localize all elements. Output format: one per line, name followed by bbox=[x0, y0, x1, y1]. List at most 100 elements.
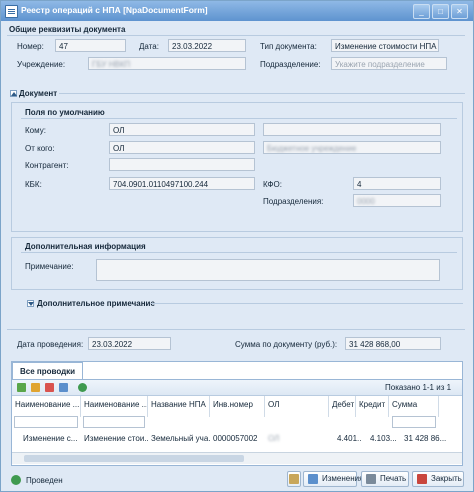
number-label: Номер: bbox=[17, 42, 44, 51]
col-header-ol[interactable]: ОЛ bbox=[265, 396, 329, 417]
defaults-title: Поля по умолчанию bbox=[25, 108, 105, 117]
posting-date-field[interactable]: 23.03.2022 bbox=[88, 337, 171, 350]
close-icon bbox=[417, 474, 427, 484]
add-icon[interactable] bbox=[17, 383, 26, 392]
print-label: Печать bbox=[380, 474, 407, 483]
general-section-title: Общие реквизиты документа bbox=[9, 25, 126, 34]
to-extra-field[interactable] bbox=[263, 123, 441, 136]
from-extra-field[interactable]: Бюджетное учреждение bbox=[263, 141, 441, 154]
extra-note-expand-toggle[interactable] bbox=[27, 300, 34, 307]
additional-section-title: Дополнительная информация bbox=[25, 242, 146, 251]
col-header-credit[interactable]: Кредит bbox=[356, 396, 389, 417]
from-extra-value: Бюджетное учреждение bbox=[267, 144, 357, 153]
number-field[interactable]: 47 bbox=[55, 39, 126, 52]
divisions-value: 0000 bbox=[357, 197, 375, 206]
filter-name-1[interactable] bbox=[14, 416, 78, 428]
expand-down-icon bbox=[28, 302, 34, 306]
maximize-button[interactable]: □ bbox=[432, 4, 449, 19]
changes-label: Изменения bbox=[322, 474, 364, 483]
contractor-label: Контрагент: bbox=[25, 161, 69, 170]
close-label: Закрыть bbox=[431, 474, 462, 483]
doctype-field[interactable]: Изменение стоимости НПА bbox=[331, 39, 439, 52]
printer-icon bbox=[366, 474, 376, 484]
divisions-field[interactable]: 0000 bbox=[353, 194, 441, 207]
note-label: Примечание: bbox=[25, 262, 74, 271]
window-title: Реестр операций с НПА [NpaDocumentForm] bbox=[21, 5, 208, 15]
minimize-button[interactable]: _ bbox=[413, 4, 430, 19]
table-cell[interactable]: Изменение с... bbox=[20, 432, 81, 446]
shown-count: Показано 1-1 из 1 bbox=[385, 383, 452, 392]
table-cell[interactable]: Земельный уча... bbox=[148, 432, 210, 446]
refresh-icon[interactable] bbox=[78, 383, 87, 392]
table-cell[interactable]: 0000057002 bbox=[210, 432, 265, 446]
kbk-label: КБК: bbox=[25, 180, 42, 189]
attachment-button[interactable] bbox=[287, 471, 301, 487]
history-icon bbox=[308, 474, 318, 484]
document-section-title: Документ bbox=[19, 89, 58, 98]
tab-all-postings[interactable]: Все проводки bbox=[12, 362, 84, 380]
institution-value: ГБУ НВКП bbox=[92, 60, 131, 69]
table-cell[interactable]: ОЛ bbox=[265, 432, 329, 446]
table-cell[interactable]: Изменение стои... bbox=[81, 432, 148, 446]
from-label: От кого: bbox=[25, 144, 55, 153]
filter-name-2[interactable] bbox=[83, 416, 145, 428]
division-label: Подразделение: bbox=[260, 60, 321, 69]
kbk-field[interactable]: 704.0901.0110497100.244 bbox=[109, 177, 255, 190]
contractor-field[interactable] bbox=[109, 158, 255, 171]
defaults-divider bbox=[21, 118, 457, 119]
print-button[interactable]: Печать bbox=[361, 471, 409, 487]
postings-grid: Все проводки Показано 1-1 из 1 Наименова… bbox=[11, 361, 463, 466]
extra-note-divider bbox=[151, 303, 463, 304]
window-icon bbox=[5, 5, 18, 18]
extra-note-title: Дополнительное примечание bbox=[37, 299, 155, 308]
title-bar[interactable]: Реестр операций с НПА [NpaDocumentForm] … bbox=[1, 1, 473, 21]
table-cell[interactable]: 4.103.... bbox=[367, 432, 397, 446]
institution-field[interactable]: ГБУ НВКП bbox=[88, 57, 246, 70]
division-placeholder: Укажите подразделение bbox=[335, 60, 425, 69]
table-cell[interactable]: 31 428 86... bbox=[401, 432, 451, 446]
col-header-name-2[interactable]: Наименование ... bbox=[81, 396, 148, 417]
col-header-debit[interactable]: Дебет bbox=[329, 396, 356, 417]
edit-icon[interactable] bbox=[31, 383, 40, 392]
status-label: Проведен bbox=[26, 476, 63, 485]
kfo-field[interactable]: 4 bbox=[353, 177, 441, 190]
collapse-up-icon bbox=[11, 92, 17, 96]
col-header-name-1[interactable]: Наименование ... bbox=[12, 396, 81, 417]
copy-icon[interactable] bbox=[59, 383, 68, 392]
footer-bar: Проведен Изменения Печать Закрыть bbox=[1, 467, 473, 491]
division-field[interactable]: Укажите подразделение bbox=[331, 57, 447, 70]
sum-field[interactable]: 31 428 868,00 bbox=[345, 337, 441, 350]
note-textarea[interactable] bbox=[96, 259, 440, 281]
npa-document-window: Реестр операций с НПА [NpaDocumentForm] … bbox=[0, 0, 474, 492]
sum-label: Сумма по документу (руб.): bbox=[235, 340, 338, 349]
to-label: Кому: bbox=[25, 126, 46, 135]
close-button[interactable]: Закрыть bbox=[412, 471, 464, 487]
document-divider bbox=[59, 93, 465, 94]
additional-divider bbox=[21, 252, 457, 253]
ol-cell-value: ОЛ bbox=[268, 434, 280, 443]
changes-button[interactable]: Изменения bbox=[303, 471, 363, 487]
horizontal-scrollbar[interactable] bbox=[12, 452, 462, 464]
close-window-button[interactable]: ✕ bbox=[451, 4, 468, 19]
table-cell[interactable]: 4.401.... bbox=[334, 432, 361, 446]
from-field[interactable]: ОЛ bbox=[109, 141, 255, 154]
institution-label: Учреждение: bbox=[17, 60, 66, 69]
posted-check-icon bbox=[11, 475, 21, 485]
delete-icon[interactable] bbox=[45, 383, 54, 392]
grid-toolbar: Показано 1-1 из 1 bbox=[12, 379, 462, 396]
posting-date-label: Дата проведения: bbox=[17, 340, 84, 349]
document-collapse-toggle[interactable] bbox=[10, 90, 17, 97]
scrollbar-thumb[interactable] bbox=[24, 455, 244, 462]
date-field[interactable]: 23.03.2022 bbox=[168, 39, 246, 52]
doctype-label: Тип документа: bbox=[260, 42, 317, 51]
date-label: Дата: bbox=[139, 42, 159, 51]
posting-divider bbox=[7, 329, 465, 330]
attachment-icon bbox=[289, 474, 299, 484]
col-header-inv[interactable]: Инв.номер bbox=[210, 396, 265, 417]
to-field[interactable]: ОЛ bbox=[109, 123, 255, 136]
col-header-sum[interactable]: Сумма bbox=[389, 396, 439, 417]
filter-sum[interactable] bbox=[392, 416, 436, 428]
kfo-label: КФО: bbox=[263, 180, 282, 189]
col-header-npa[interactable]: Название НПА bbox=[148, 396, 210, 417]
divisions-label: Подразделения: bbox=[263, 197, 324, 206]
